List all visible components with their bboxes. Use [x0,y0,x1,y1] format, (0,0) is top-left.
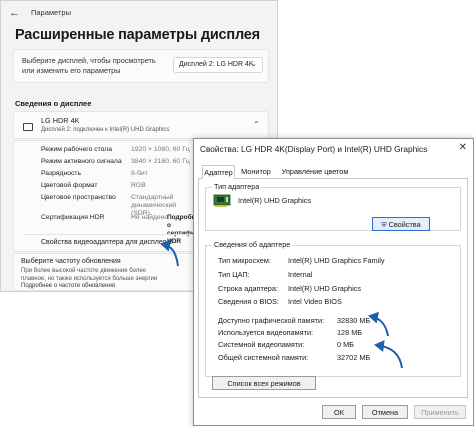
monitor-name: LG HDR 4K [41,116,80,125]
app-title: Параметры [31,8,71,17]
info-label: Режим рабочего стола [41,146,113,153]
cancel-button[interactable]: Отмена [362,405,408,419]
info-value: RGB [131,182,146,189]
info-label: Цветовое пространство [41,194,116,201]
info-value: 3840 × 2160, 60 Гц [131,158,190,165]
select-display-text: Выберите дисплей, чтобы просмотреть или … [22,56,156,75]
dialog-title: Свойства: LG HDR 4K(Display Port) и Inte… [200,144,428,154]
chevron-down-icon: ⌄ [251,61,257,68]
info-label: Сертификация HDR [41,214,105,221]
memory-label: Доступно графической памяти: [218,316,325,325]
info-value: Не найдено [131,214,169,221]
chevron-up-icon[interactable]: ⌃ [253,120,260,129]
properties-button[interactable]: ⛨ Свойства [372,217,430,231]
refresh-title: Выберите частоту обновления [21,258,121,265]
adapter-name: Intel(R) UHD Graphics [238,196,311,205]
info-value: 8-бит [131,170,148,177]
info-label: Разрядность [41,170,82,177]
display-dropdown-value: Дисплей 2: LG HDR 4K [179,61,254,68]
page-title: Расширенные параметры дисплея [15,27,260,43]
monitor-icon [23,123,33,131]
info-label: Режим активного сигнала [41,158,122,165]
adapter-properties-link[interactable]: Свойства видеоадаптера для дисплея 2 [41,239,172,246]
info-value: Intel(R) UHD Graphics Family [288,256,385,265]
info-value: 1920 × 1080, 60 Гц [131,146,190,153]
properties-dialog: Свойства: LG HDR 4K(Display Port) и Inte… [193,138,474,426]
info-label: Сведения о BIOS: [218,297,279,306]
memory-value: 0 МБ [337,340,354,349]
refresh-desc: При более высокой частоте движение более… [21,268,158,282]
group-title: Тип адаптера [212,182,262,191]
shield-icon: ⛨ [381,222,387,229]
group-title: Сведения об адаптере [212,240,293,249]
back-arrow-icon[interactable]: ← [9,7,20,19]
tab-adapter[interactable]: Адаптер [202,165,235,179]
tab-monitor[interactable]: Монитор [238,165,274,179]
info-label: Тип микросхем: [218,256,271,265]
list-all-modes-button[interactable]: Список всех режимов [212,376,316,390]
memory-value: 32702 МБ [337,353,371,362]
memory-value: 128 МБ [337,328,363,337]
monitor-sub: Дисплей 2: подключен к Intel(R) UHD Grap… [41,127,170,133]
info-value: Intel(R) UHD Graphics [288,284,361,293]
graphics-card-icon [213,194,231,207]
info-value: Internal [288,270,313,279]
close-icon[interactable]: ✕ [459,142,467,153]
ok-button[interactable]: ОК [322,405,356,419]
memory-label: Общей системной памяти: [218,353,309,362]
info-label: Тип ЦАП: [218,270,250,279]
section-title: Сведения о дисплее [15,99,92,108]
tab-color-management[interactable]: Управление цветом [278,165,352,179]
display-dropdown[interactable]: Дисплей 2: LG HDR 4K ⌄ [173,57,263,73]
info-value: Intel Video BIOS [288,297,342,306]
info-label: Цветовой формат [41,182,98,189]
properties-button-label: Свойства [388,220,421,229]
memory-value: 32830 МБ [337,316,371,325]
refresh-link[interactable]: Подробнее о частоте обновления [21,283,115,289]
memory-label: Используется видеопамяти: [218,328,314,337]
memory-label: Системной видеопамяти: [218,340,305,349]
apply-button[interactable]: Применить [414,405,466,419]
info-label: Строка адаптера: [218,284,278,293]
